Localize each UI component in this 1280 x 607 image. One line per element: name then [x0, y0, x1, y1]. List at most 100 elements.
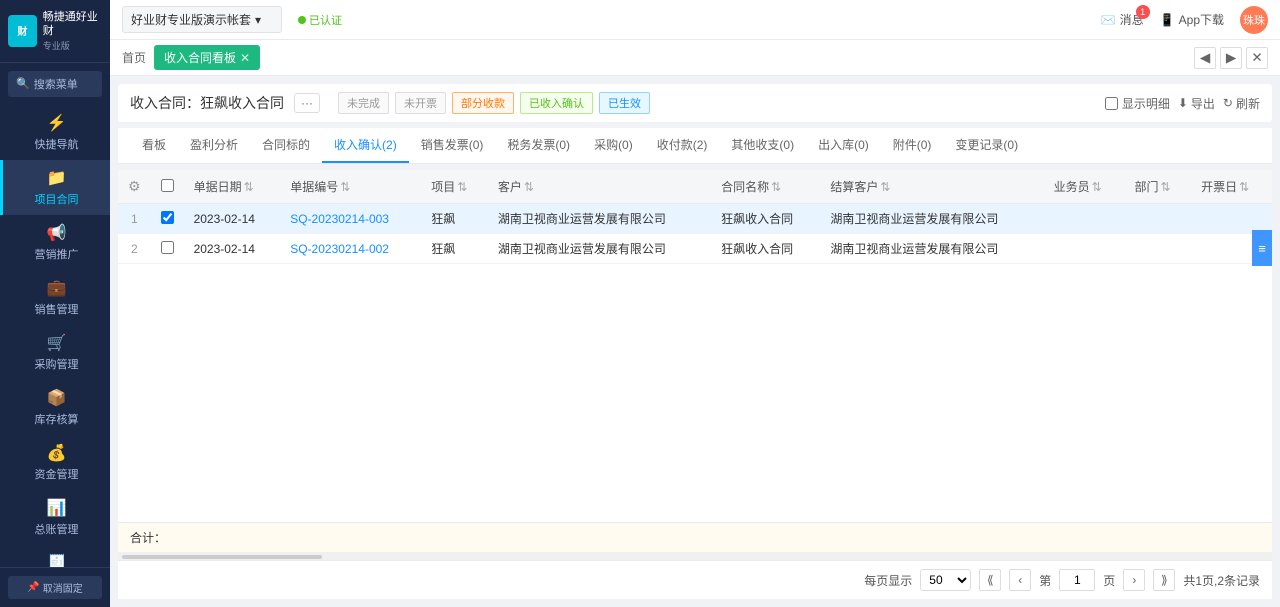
status-tag-3[interactable]: 已收入确认 [520, 92, 593, 114]
table-row: 2 2023-02-14 SQ-20230214-002 狂飙 湖南卫视商业运营… [118, 234, 1272, 264]
contract-tab-pill[interactable]: 收入合同看板 ✕ [154, 45, 260, 70]
pin-icon: 📌 [27, 582, 39, 593]
sidebar-item-7[interactable]: 💰资金管理 [0, 435, 110, 490]
customer-column-header: 客户⇅ [488, 170, 711, 204]
right-action-icon[interactable]: ≡ [1252, 230, 1272, 266]
table-wrapper[interactable]: ⚙ 单据日期⇅ 单据编号⇅ 项目⇅ 客户⇅ 合同名称⇅ 结算客户⇅ [118, 170, 1272, 522]
status-tag-4[interactable]: 已生效 [599, 92, 650, 114]
tab-11[interactable]: 变更记录(0) [943, 128, 1030, 163]
mobile-icon: 📱 [1160, 13, 1175, 27]
row-contract-1: 狂飙收入合同 [711, 234, 820, 264]
scroll-thumb[interactable] [122, 555, 322, 559]
row-date-0: 2023-02-14 [184, 204, 281, 234]
sidebar-item-9[interactable]: 🧾发票管理 [0, 545, 110, 567]
nav-icon-4: 💼 [47, 278, 67, 298]
sidebar-item-8[interactable]: 📊总账管理 [0, 490, 110, 545]
nav-label-6: 库存核算 [35, 411, 79, 427]
row-project-0: 狂飙 [421, 204, 488, 234]
nav-icon-2: 📁 [47, 168, 67, 188]
row-checkbox-cell-1 [151, 234, 184, 264]
sidebar-item-4[interactable]: 💼销售管理 [0, 270, 110, 325]
first-page-button[interactable]: ⟪ [979, 569, 1001, 591]
row-code-link-0[interactable]: SQ-20230214-003 [290, 212, 389, 226]
export-icon: ⬇ [1178, 96, 1188, 110]
row-project-1: 狂飙 [421, 234, 488, 264]
tab-7[interactable]: 收付款(2) [645, 128, 720, 163]
status-tag-0[interactable]: 未完成 [338, 92, 389, 114]
prev-arrow-button[interactable]: ◀ [1194, 47, 1216, 69]
cert-dot [298, 16, 306, 24]
salesperson-column-header: 业务员⇅ [1044, 170, 1125, 204]
status-tag-2[interactable]: 部分收款 [452, 92, 514, 114]
sidebar-item-6[interactable]: 📦库存核算 [0, 380, 110, 435]
row-checkbox-1[interactable] [161, 241, 174, 254]
tab-6[interactable]: 采购(0) [582, 128, 645, 163]
row-invoice-date-0 [1191, 204, 1272, 234]
nav-icon-3: 📢 [47, 223, 67, 243]
sidebar-item-3[interactable]: 📢营销推广 [0, 215, 110, 270]
scroll-bar-area[interactable] [118, 552, 1272, 560]
next-page-button[interactable]: › [1123, 569, 1145, 591]
page-size-select[interactable]: 20 50 100 200 [920, 569, 971, 591]
row-customer-1: 湖南卫视商业运营发展有限公司 [488, 234, 711, 264]
nav-icon-8: 📊 [47, 498, 67, 518]
row-code-link-1[interactable]: SQ-20230214-002 [290, 242, 389, 256]
more-button[interactable]: ··· [294, 93, 320, 113]
gear-icon[interactable]: ⚙ [128, 178, 141, 194]
tab-5[interactable]: 税务发票(0) [495, 128, 582, 163]
tab-10[interactable]: 附件(0) [881, 128, 944, 163]
row-settings-0: 1 [118, 204, 151, 234]
tab-1[interactable]: 盈利分析 [178, 128, 250, 163]
refresh-button[interactable]: ↻ 刷新 [1223, 95, 1260, 112]
sidebar-item-5[interactable]: 🛒采购管理 [0, 325, 110, 380]
prev-page-button[interactable]: ‹ [1009, 569, 1031, 591]
user-avatar-button[interactable]: 珠珠 [1240, 6, 1268, 34]
nav-icon-7: 💰 [47, 443, 67, 463]
tab-3[interactable]: 收入确认(2) [322, 128, 409, 163]
row-salesperson-0 [1044, 204, 1125, 234]
message-icon: ✉️ [1101, 13, 1116, 27]
last-page-button[interactable]: ⟫ [1153, 569, 1175, 591]
data-table: ⚙ 单据日期⇅ 单据编号⇅ 项目⇅ 客户⇅ 合同名称⇅ 结算客户⇅ [118, 170, 1272, 264]
show-detail-checkbox[interactable] [1105, 97, 1118, 110]
nav-arrows: ◀ ▶ ✕ [1194, 47, 1268, 69]
tab-4[interactable]: 销售发票(0) [409, 128, 496, 163]
close-tab-icon[interactable]: ✕ [240, 51, 250, 65]
status-tag-1[interactable]: 未开票 [395, 92, 446, 114]
unfix-button[interactable]: 📌 取消固定 [8, 576, 102, 599]
settings-header: ⚙ [118, 170, 151, 204]
status-tags: 未完成未开票部分收款已收入确认已生效 [338, 92, 650, 114]
row-checkbox-0[interactable] [161, 211, 174, 224]
row-checkbox-cell-0 [151, 204, 184, 234]
row-contract-0: 狂飙收入合同 [711, 204, 820, 234]
date-column-header: 单据日期⇅ [184, 170, 281, 204]
nav-label-2: 项目合同 [35, 191, 79, 207]
row-code-0: SQ-20230214-003 [280, 204, 421, 234]
show-detail-toggle[interactable]: 显示明细 [1105, 95, 1170, 112]
select-all-checkbox[interactable] [161, 179, 174, 192]
tab-8[interactable]: 其他收支(0) [719, 128, 806, 163]
company-selector[interactable]: 好业财专业版演示帐套 ▾ [122, 6, 282, 33]
sidebar-search-area: 🔍 搜索菜单 [0, 63, 110, 105]
next-arrow-button[interactable]: ▶ [1220, 47, 1242, 69]
nav-icon-1: ⚡ [47, 113, 67, 133]
invoice-date-column-header: 开票日⇅ [1191, 170, 1272, 204]
close-button[interactable]: ✕ [1246, 47, 1268, 69]
home-link[interactable]: 首页 [122, 49, 146, 66]
message-button[interactable]: ✉️ 消息 1 [1101, 11, 1144, 28]
tab-2[interactable]: 合同标的 [250, 128, 322, 163]
nav-icon-5: 🛒 [47, 333, 67, 353]
search-menu-button[interactable]: 🔍 搜索菜单 [8, 71, 102, 97]
app-download-button[interactable]: 📱 App下载 [1160, 11, 1224, 28]
contract-title: 收入合同：狂飙收入合同 [130, 93, 284, 113]
sidebar-bottom: 📌 取消固定 [0, 567, 110, 607]
sidebar-item-2[interactable]: 📁 项目合同 [0, 160, 110, 215]
refresh-icon: ↻ [1223, 96, 1233, 110]
row-dept-0 [1125, 204, 1192, 234]
tab-0[interactable]: 看板 [130, 128, 178, 163]
tab-9[interactable]: 出入库(0) [806, 128, 881, 163]
export-button[interactable]: ⬇ 导出 [1178, 95, 1215, 112]
page-input[interactable] [1059, 569, 1095, 591]
sidebar-item-1[interactable]: ⚡快捷导航 [0, 105, 110, 160]
nav-icon-9: 🧾 [47, 553, 67, 567]
